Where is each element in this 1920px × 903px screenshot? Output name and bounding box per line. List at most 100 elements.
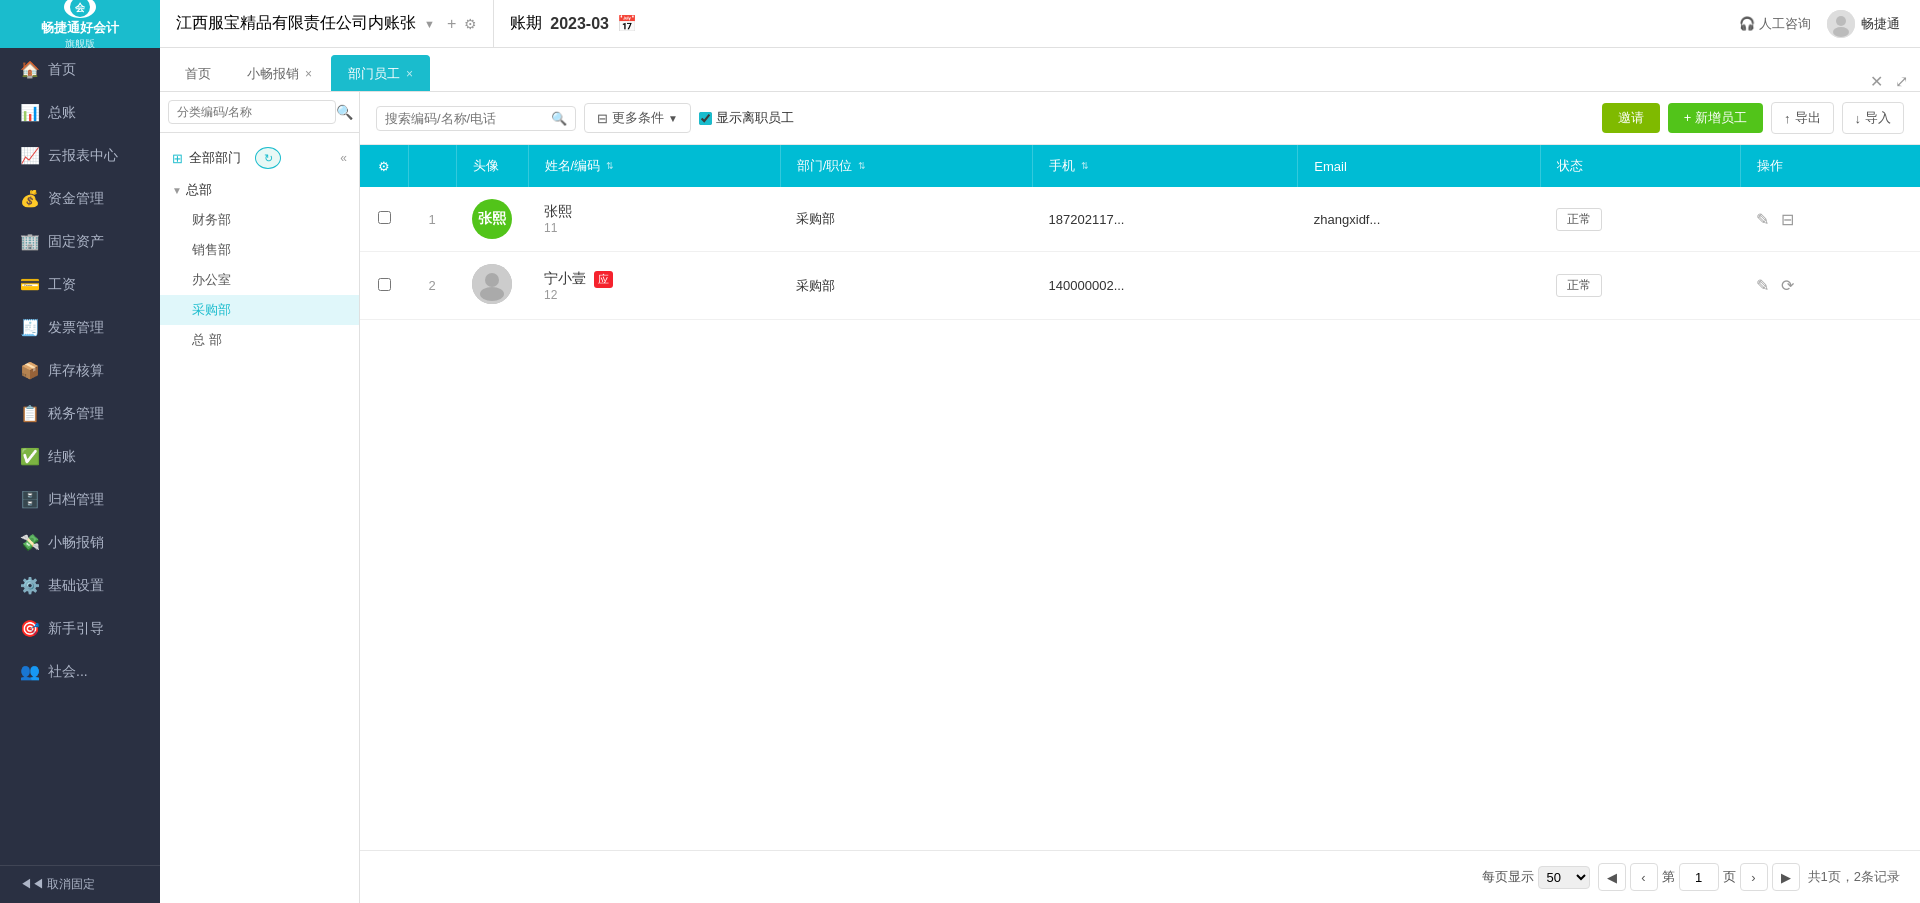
th-dept[interactable]: 部门/职位 ⇅	[780, 145, 1032, 187]
dept-search-input[interactable]	[168, 100, 336, 124]
row1-edit-btn[interactable]: ✎	[1756, 210, 1769, 229]
next-page-btn[interactable]: ›	[1740, 863, 1768, 891]
main-layout: 🏠 首页 📊 总账 📈 云报表中心 💰 资金管理 🏢 固定资产 💳 工资	[0, 48, 1920, 903]
expand-icon: ▼	[172, 185, 182, 196]
cancel-pin-label: ◀◀ 取消固定	[20, 876, 95, 893]
toolbar: 🔍 ⊟ 更多条件 ▼ 显示离职员工 邀请 + 新增员工	[360, 92, 1920, 145]
first-page-btn[interactable]: ◀	[1598, 863, 1626, 891]
th-phone[interactable]: 手机 ⇅	[1033, 145, 1298, 187]
sidebar-item-assets[interactable]: 🏢 固定资产	[0, 220, 160, 263]
sidebar-item-settings[interactable]: ⚙️ 基础设置	[0, 564, 160, 607]
sidebar-item-ledger[interactable]: 📊 总账	[0, 91, 160, 134]
top-bar-right: 🎧 人工咨询 畅捷通	[1739, 10, 1920, 38]
dept-bangongshi[interactable]: 办公室	[160, 265, 359, 295]
svg-point-7	[480, 287, 504, 301]
tab-expense-close[interactable]: ×	[305, 67, 312, 81]
sidebar-bottom: ◀◀ 取消固定	[0, 865, 160, 903]
left-panel: 🔍 ⊞ 全部部门 ↻ « ▼ 总部 财	[160, 92, 360, 903]
search-input[interactable]	[385, 111, 545, 126]
svg-point-6	[485, 273, 499, 287]
tab-dept-close[interactable]: ×	[406, 67, 413, 81]
sidebar-item-home[interactable]: 🏠 首页	[0, 48, 160, 91]
add-employee-btn[interactable]: + 新增员工	[1668, 103, 1763, 133]
row2-select[interactable]	[360, 252, 408, 320]
export-btn[interactable]: ↑ 导出	[1771, 102, 1834, 134]
row1-delete-btn[interactable]: ⊟	[1781, 210, 1794, 229]
dept-caiwu[interactable]: 财务部	[160, 205, 359, 235]
row2-name-cell: 宁小壹 应 12	[528, 252, 780, 320]
row2-refresh-btn[interactable]: ⟳	[1781, 276, 1794, 295]
import-btn[interactable]: ↓ 导入	[1842, 102, 1905, 134]
settings-icon[interactable]: ⚙	[464, 16, 477, 32]
show-resigned-wrap[interactable]: 显示离职员工	[699, 109, 794, 127]
add-icon[interactable]: +	[447, 15, 456, 33]
sidebar-item-payroll[interactable]: 💳 工资	[0, 263, 160, 306]
collapse-btn[interactable]: «	[340, 151, 347, 165]
service-label: 人工咨询	[1759, 15, 1811, 33]
th-name[interactable]: 姓名/编码 ⇅	[528, 145, 780, 187]
sidebar-item-reports[interactable]: 📈 云报表中心	[0, 134, 160, 177]
dept-name-zongbu2: 总 部	[192, 331, 222, 349]
sidebar: 🏠 首页 📊 总账 📈 云报表中心 💰 资金管理 🏢 固定资产 💳 工资	[0, 48, 160, 903]
sidebar-item-close[interactable]: ✅ 结账	[0, 435, 160, 478]
tab-close-icon[interactable]: ✕	[1866, 72, 1887, 91]
prev-page-btn[interactable]: ‹	[1630, 863, 1658, 891]
company-selector[interactable]: 江西服宝精品有限责任公司内账张 ▼ + ⚙	[160, 0, 494, 47]
page-nav: ◀ ‹ 第 页 › ▶	[1598, 863, 1800, 891]
page-label: 第	[1662, 868, 1675, 886]
page-size-select: 每页显示 50 20 100	[1482, 866, 1590, 889]
sidebar-item-guide[interactable]: 🎯 新手引导	[0, 607, 160, 650]
sidebar-label-inventory: 库存核算	[48, 362, 104, 380]
sidebar-item-expense[interactable]: 💸 小畅报销	[0, 521, 160, 564]
user-name: 畅捷通	[1861, 15, 1900, 33]
tab-expense[interactable]: 小畅报销 ×	[230, 55, 329, 91]
tab-home[interactable]: 首页	[168, 55, 228, 91]
sidebar-item-more[interactable]: 👥 社会...	[0, 650, 160, 693]
service-btn[interactable]: 🎧 人工咨询	[1739, 15, 1811, 33]
dept-search-icon[interactable]: 🔍	[336, 104, 353, 120]
tab-expand-icon[interactable]: ⤢	[1891, 72, 1912, 91]
row2-email	[1298, 252, 1540, 320]
dept-caigou[interactable]: 采购部	[160, 295, 359, 325]
period-value: 2023-03	[550, 15, 609, 33]
employee-table: ⚙ 头像 姓名/编码 ⇅	[360, 145, 1920, 320]
th-num	[408, 145, 456, 187]
calendar-icon[interactable]: 📅	[617, 14, 637, 33]
row1-select[interactable]	[360, 187, 408, 252]
dept-parent-zongbu[interactable]: ▼ 总部	[160, 175, 359, 205]
dept-xiaoshou[interactable]: 销售部	[160, 235, 359, 265]
sidebar-label-guide: 新手引导	[48, 620, 104, 638]
dept-zongbu2[interactable]: 总 部	[160, 325, 359, 355]
per-page-dropdown[interactable]: 50 20 100	[1538, 866, 1590, 889]
show-resigned-checkbox[interactable]	[699, 112, 712, 125]
row2-checkbox[interactable]	[378, 278, 391, 291]
dropdown-icon[interactable]: ▼	[424, 18, 435, 30]
page-input[interactable]	[1679, 863, 1719, 891]
sidebar-item-invoice[interactable]: 🧾 发票管理	[0, 306, 160, 349]
tab-dept[interactable]: 部门员工 ×	[331, 55, 430, 91]
invite-btn[interactable]: 邀请	[1602, 103, 1660, 133]
filter-label: 更多条件	[612, 109, 664, 127]
refresh-btn[interactable]: ↻	[255, 147, 281, 169]
th-settings[interactable]: ⚙	[360, 145, 408, 187]
row2-status-badge: 正常	[1556, 274, 1602, 297]
sidebar-item-tax[interactable]: 📋 税务管理	[0, 392, 160, 435]
user-menu[interactable]: 畅捷通	[1827, 10, 1900, 38]
last-page-btn[interactable]: ▶	[1772, 863, 1800, 891]
close-accounts-icon: ✅	[20, 447, 40, 466]
row2-avatar-cell	[456, 252, 528, 320]
all-dept-item[interactable]: ⊞ 全部部门 ↻ «	[160, 141, 359, 175]
cancel-pin-btn[interactable]: ◀◀ 取消固定	[0, 865, 160, 903]
sidebar-item-funds[interactable]: 💰 资金管理	[0, 177, 160, 220]
row1-code: 11	[544, 221, 764, 235]
row2-edit-btn[interactable]: ✎	[1756, 276, 1769, 295]
sidebar-item-archive[interactable]: 🗄️ 归档管理	[0, 478, 160, 521]
sort-name-icon: ⇅	[606, 162, 614, 171]
row2-code: 12	[544, 288, 764, 302]
row2-phone: 140000002...	[1033, 252, 1298, 320]
row1-checkbox[interactable]	[378, 211, 391, 224]
import-label: 导入	[1865, 109, 1891, 127]
row2-num: 2	[408, 252, 456, 320]
sidebar-item-inventory[interactable]: 📦 库存核算	[0, 349, 160, 392]
filter-btn[interactable]: ⊟ 更多条件 ▼	[584, 103, 691, 133]
